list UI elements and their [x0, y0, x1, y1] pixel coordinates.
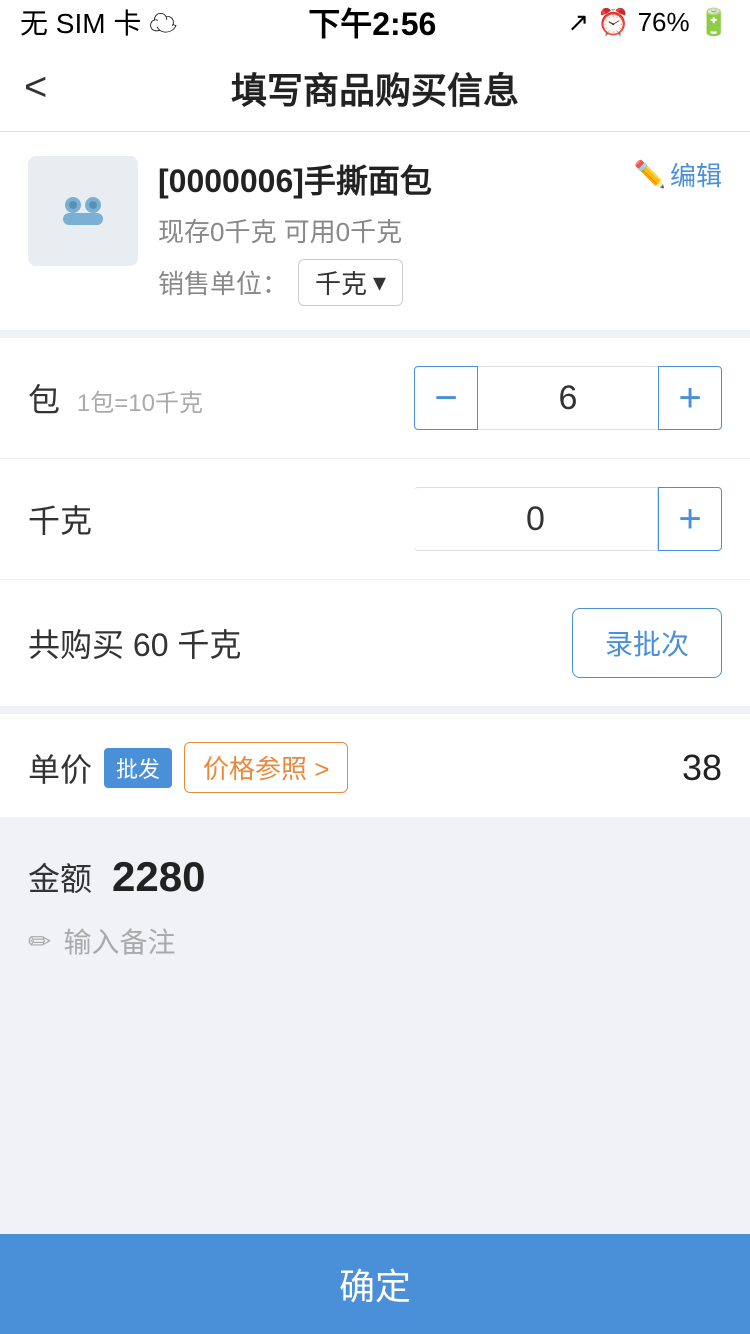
product-unit: 销售单位： 千克 ▾ — [158, 259, 614, 306]
product-card: [0000006]手撕面包 现存0千克 可用0千克 销售单位： 千克 ▾ ✏️ … — [0, 132, 750, 338]
total-unit-text: 千克 — [177, 627, 241, 663]
qty-label-kg: 千克 — [28, 496, 414, 542]
price-row: 单价 批发 价格参照 > 38 — [28, 742, 722, 793]
amount-section: 金额 2280 ✏ 输入备注 — [0, 825, 750, 1105]
record-batch-button[interactable]: 录批次 — [572, 608, 722, 678]
confirm-button[interactable]: 确定 — [0, 1234, 750, 1334]
status-bar: 无 SIM 卡 ☁ 下午2:56 ↗ ⏰ 76% 🔋 — [0, 0, 750, 44]
product-thumbnail — [28, 156, 138, 266]
qty-label-bao: 包 1包=10千克 — [28, 375, 414, 421]
product-info: [0000006]手撕面包 现存0千克 可用0千克 销售单位： 千克 ▾ — [158, 156, 614, 306]
amount-label: 金额 — [28, 854, 92, 900]
total-text: 共购买 60 千克 — [28, 620, 241, 666]
edit-label: 编辑 — [670, 156, 722, 193]
qty-controls-kg: + — [414, 487, 722, 551]
unit-select[interactable]: 千克 ▾ — [298, 259, 403, 306]
price-value: 38 — [682, 747, 722, 789]
dropdown-icon: ▾ — [373, 267, 386, 298]
battery-text: 76% — [638, 7, 690, 38]
status-time: 下午2:56 — [308, 0, 436, 45]
page-title: 填写商品购买信息 — [231, 62, 519, 114]
qty-controls-bao: − + — [414, 366, 722, 430]
price-tag: 批发 — [104, 748, 172, 788]
edit-button[interactable]: ✏️ 编辑 — [634, 156, 722, 193]
qty-input-bao[interactable] — [478, 366, 658, 430]
product-name: [0000006]手撕面包 — [158, 156, 614, 202]
unit-label: 销售单位： — [158, 264, 288, 301]
unit-value: 千克 — [315, 264, 367, 301]
price-label: 单价 批发 价格参照 > — [28, 742, 348, 793]
location-icon: ↗ — [567, 7, 589, 38]
qty-sublabel-bao: 1包=10千克 — [77, 390, 203, 417]
qty-input-kg[interactable] — [414, 487, 658, 551]
qty-plus-bao[interactable]: + — [658, 366, 722, 430]
product-logo-icon — [53, 181, 113, 241]
price-ref-button[interactable]: 价格参照 > — [184, 742, 348, 793]
total-num: 60 — [133, 627, 169, 663]
battery-icon: 🔋 — [698, 7, 730, 38]
pencil-icon: ✏ — [28, 925, 51, 958]
amount-value: 2280 — [112, 853, 205, 901]
edit-icon: ✏️ — [634, 159, 666, 190]
status-right: ↗ ⏰ 76% 🔋 — [567, 7, 730, 38]
remark-placeholder: 输入备注 — [63, 921, 175, 961]
back-button[interactable]: < — [24, 65, 47, 110]
quantity-section: 包 1包=10千克 − + 千克 + 共购买 60 千克 录批次 — [0, 338, 750, 714]
qty-label-main: 包 — [28, 382, 60, 418]
product-stock: 现存0千克 可用0千克 — [158, 212, 614, 249]
remark-row[interactable]: ✏ 输入备注 — [28, 921, 722, 961]
qty-row-bao: 包 1包=10千克 − + — [0, 338, 750, 459]
signal-text: 无 SIM 卡 ☁ — [20, 2, 177, 42]
qty-plus-kg[interactable]: + — [658, 487, 722, 551]
price-label-text: 单价 — [28, 745, 92, 791]
bottom-spacer — [0, 1105, 750, 1205]
amount-row: 金额 2280 — [28, 853, 722, 901]
total-label: 共购买 — [28, 627, 124, 663]
qty-minus-bao[interactable]: − — [414, 366, 478, 430]
status-left: 无 SIM 卡 ☁ — [20, 2, 177, 42]
total-row: 共购买 60 千克 录批次 — [0, 580, 750, 706]
nav-bar: < 填写商品购买信息 — [0, 44, 750, 132]
qty-row-kg: 千克 + — [0, 459, 750, 580]
price-section: 单价 批发 价格参照 > 38 — [0, 714, 750, 825]
alarm-icon: ⏰ — [597, 7, 629, 38]
